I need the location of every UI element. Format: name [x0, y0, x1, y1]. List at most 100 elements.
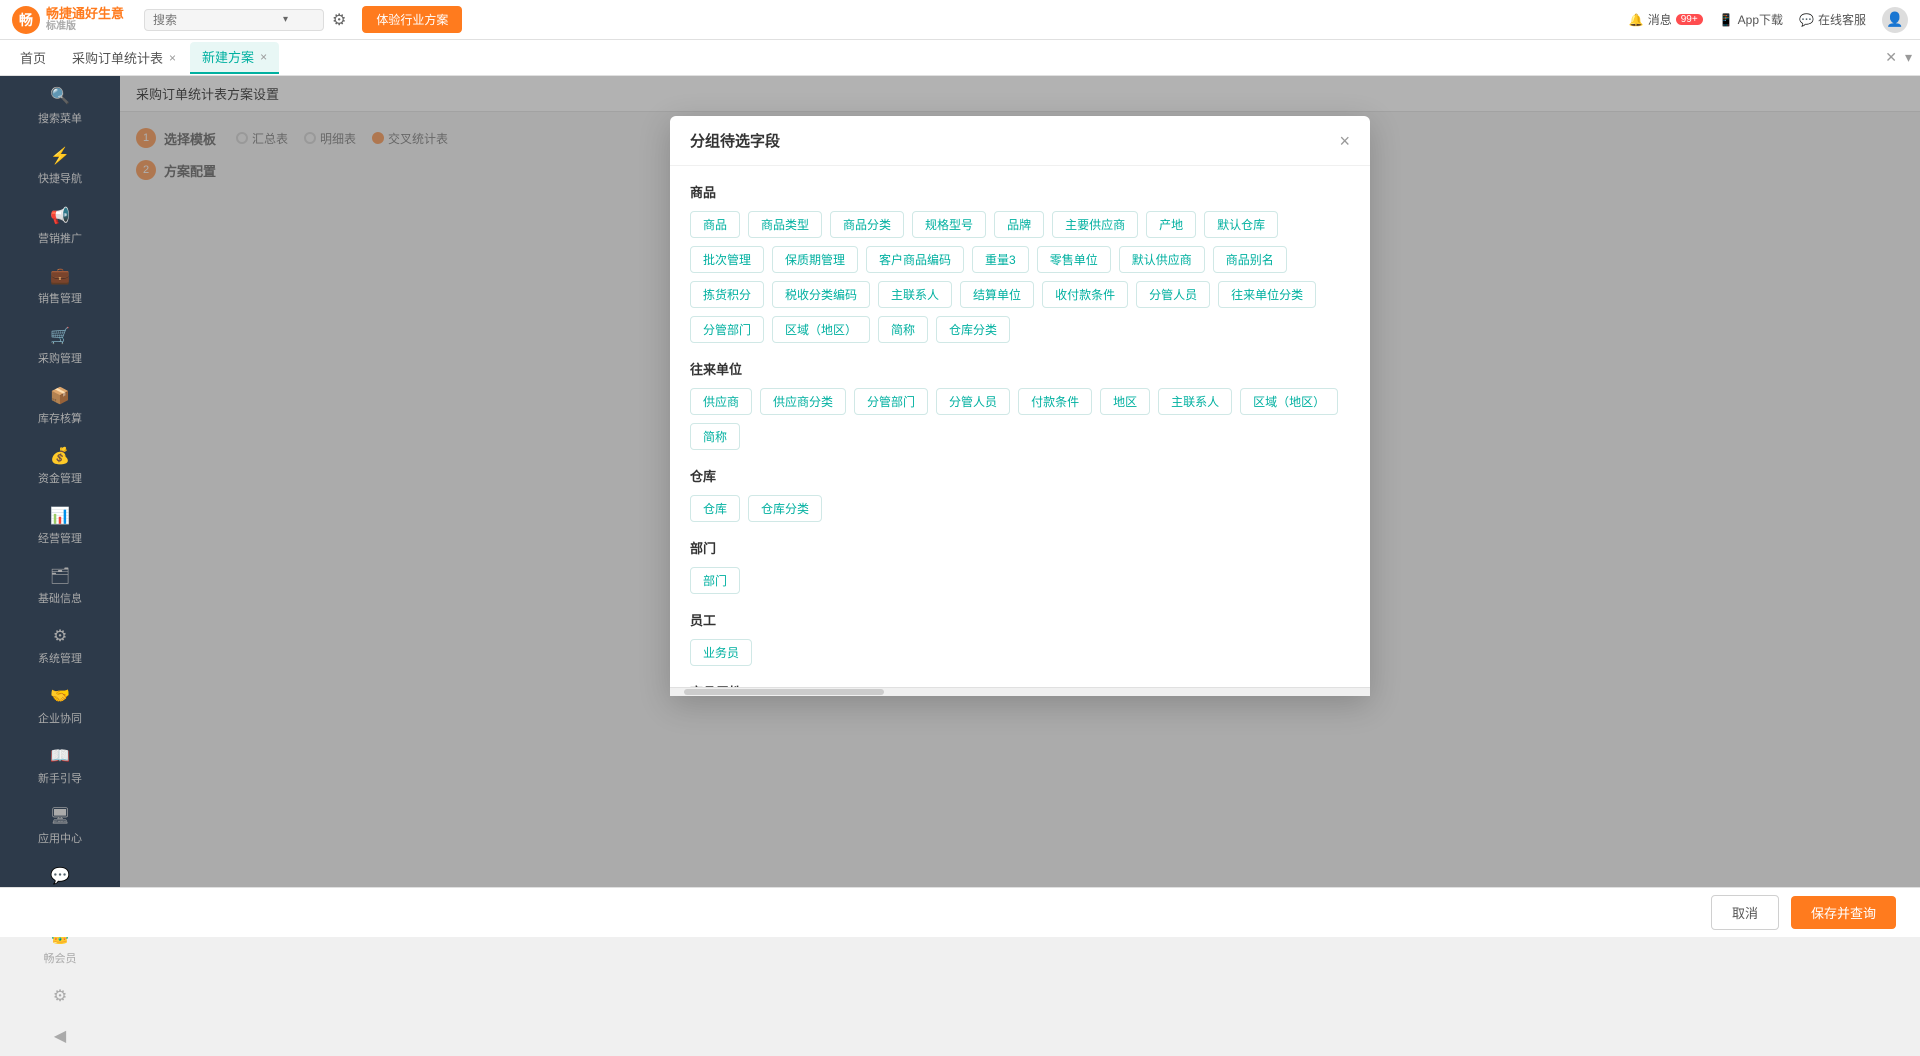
- sidebar-icon-9: ⚙: [53, 626, 67, 646]
- sidebar-item-1[interactable]: ⚡快捷导航: [0, 136, 120, 196]
- field-tag-1-7[interactable]: 区域（地区）: [1240, 388, 1338, 415]
- sidebar-item-8[interactable]: 🗂基础信息: [0, 556, 120, 616]
- sidebar-item-2[interactable]: 📢营销推广: [0, 196, 120, 256]
- sidebar-item-4[interactable]: 🛒采购管理: [0, 316, 120, 376]
- field-list-0: 商品商品类型商品分类规格型号品牌主要供应商产地默认仓库批次管理保质期管理客户商品…: [690, 211, 1350, 343]
- field-tag-0-4[interactable]: 品牌: [994, 211, 1044, 238]
- sidebar-icon-6: 💰: [50, 446, 70, 466]
- content-area: 采购订单统计表方案设置 1 选择模板 汇总表 明细表: [120, 76, 1920, 937]
- field-group-title-3: 部门: [690, 538, 1350, 557]
- field-tag-1-3[interactable]: 分管人员: [936, 388, 1010, 415]
- sidebar-label-2: 营销推广: [38, 230, 82, 246]
- field-tag-3-0[interactable]: 部门: [690, 567, 740, 594]
- field-tag-0-19[interactable]: 收付款条件: [1042, 281, 1128, 308]
- sidebar-label-6: 资金管理: [38, 470, 82, 486]
- field-group-0: 商品商品商品类型商品分类规格型号品牌主要供应商产地默认仓库批次管理保质期管理客户…: [690, 182, 1350, 343]
- field-tag-0-17[interactable]: 主联系人: [878, 281, 952, 308]
- sidebar-item-7[interactable]: 📊经营管理: [0, 496, 120, 556]
- sidebar-item-10[interactable]: 🤝企业协同: [0, 676, 120, 736]
- field-tag-0-14[interactable]: 商品别名: [1213, 246, 1287, 273]
- search-dropdown-icon[interactable]: ▾: [283, 14, 288, 25]
- sidebar-label-0: 搜索菜单: [38, 110, 82, 126]
- sidebar-item-9[interactable]: ⚙ 系统管理: [0, 616, 120, 676]
- field-tag-1-5[interactable]: 地区: [1100, 388, 1150, 415]
- tab-new-plan-label: 新建方案: [202, 47, 254, 66]
- field-tag-1-4[interactable]: 付款条件: [1018, 388, 1092, 415]
- sidebar-item-0[interactable]: 🔍搜索菜单: [0, 76, 120, 136]
- field-tag-0-5[interactable]: 主要供应商: [1052, 211, 1138, 238]
- field-tag-0-15[interactable]: 拣货积分: [690, 281, 764, 308]
- field-tag-0-23[interactable]: 区域（地区）: [772, 316, 870, 343]
- field-tag-0-12[interactable]: 零售单位: [1037, 246, 1111, 273]
- scrollbar-thumb[interactable]: [684, 689, 884, 695]
- sidebar-item-settings[interactable]: ⚙: [0, 976, 120, 1016]
- top-right-area: 🔔 消息 99+ 📱 App下载 💬 在线客服 👤: [1629, 7, 1908, 33]
- tab-new-plan[interactable]: 新建方案 ×: [190, 42, 279, 74]
- field-tag-0-10[interactable]: 客户商品编码: [866, 246, 964, 273]
- sidebar-item-6[interactable]: 💰 资金管理: [0, 436, 120, 496]
- tab-new-plan-close[interactable]: ×: [260, 50, 267, 64]
- field-tag-1-0[interactable]: 供应商: [690, 388, 752, 415]
- field-tag-0-13[interactable]: 默认供应商: [1119, 246, 1205, 273]
- tab-action-more[interactable]: ▾: [1905, 49, 1912, 66]
- tab-actions: ✕ ▾: [1885, 49, 1912, 66]
- avatar[interactable]: 👤: [1882, 7, 1908, 33]
- field-tag-2-1[interactable]: 仓库分类: [748, 495, 822, 522]
- sidebar-label-3: 销售管理: [38, 290, 82, 306]
- experience-button[interactable]: 体验行业方案: [362, 6, 462, 33]
- sidebar-item-11[interactable]: 📖新手引导: [0, 736, 120, 796]
- field-list-1: 供应商供应商分类分管部门分管人员付款条件地区主联系人区域（地区） 简称: [690, 388, 1350, 450]
- field-tag-0-6[interactable]: 产地: [1146, 211, 1196, 238]
- main-layout: 🔍搜索菜单⚡快捷导航📢营销推广💼销售管理🛒采购管理📦库存核算 💰 资金管理 📊经营管理…: [0, 76, 1920, 937]
- field-tag-1-6[interactable]: 主联系人: [1158, 388, 1232, 415]
- field-tag-0-9[interactable]: 保质期管理: [772, 246, 858, 273]
- tab-home[interactable]: 首页: [8, 42, 58, 74]
- horizontal-scrollbar[interactable]: [670, 687, 1370, 696]
- tab-home-label: 首页: [20, 48, 46, 67]
- online-service-item[interactable]: 💬 在线客服: [1799, 11, 1866, 28]
- field-tag-1-8[interactable]: 简称: [690, 423, 740, 450]
- search-box[interactable]: ▾: [144, 9, 324, 31]
- settings-icon[interactable]: ⚙: [332, 10, 346, 30]
- field-group-title-0: 商品: [690, 182, 1350, 201]
- sidebar-icon-13: 💬: [50, 866, 70, 886]
- field-tag-0-7[interactable]: 默认仓库: [1204, 211, 1278, 238]
- field-tag-0-24[interactable]: 简称: [878, 316, 928, 343]
- field-tag-0-2[interactable]: 商品分类: [830, 211, 904, 238]
- app-download-item[interactable]: 📱 App下载: [1719, 11, 1783, 28]
- tab-purchase-stat-label: 采购订单统计表: [72, 48, 163, 67]
- sidebar-item-3[interactable]: 💼销售管理: [0, 256, 120, 316]
- field-group-title-1: 往来单位: [690, 359, 1350, 378]
- sidebar-item-5[interactable]: 📦库存核算: [0, 376, 120, 436]
- tab-purchase-stat[interactable]: 采购订单统计表 ×: [60, 42, 188, 74]
- field-tag-0-3[interactable]: 规格型号: [912, 211, 986, 238]
- modal: 分组待选字段 × 商品商品商品类型商品分类规格型号品牌主要供应商产地默认仓库批次…: [670, 116, 1370, 696]
- field-tag-0-0[interactable]: 商品: [690, 211, 740, 238]
- field-tag-4-0[interactable]: 业务员: [690, 639, 752, 666]
- sidebar-item-collapse[interactable]: ◀: [0, 1016, 120, 1056]
- sidebar-item-12[interactable]: 🖥应用中心: [0, 796, 120, 856]
- modal-close-button[interactable]: ×: [1339, 132, 1350, 150]
- tab-purchase-stat-close[interactable]: ×: [169, 51, 176, 65]
- field-tag-0-21[interactable]: 往来单位分类: [1218, 281, 1316, 308]
- field-tag-0-11[interactable]: 重量3: [972, 246, 1029, 273]
- field-tag-1-1[interactable]: 供应商分类: [760, 388, 846, 415]
- sidebar-label-12: 应用中心: [38, 830, 82, 846]
- save-query-button[interactable]: 保存并查询: [1791, 896, 1896, 929]
- field-tag-0-25[interactable]: 仓库分类: [936, 316, 1010, 343]
- field-tag-0-20[interactable]: 分管人员: [1136, 281, 1210, 308]
- field-tag-0-22[interactable]: 分管部门: [690, 316, 764, 343]
- field-tag-0-1[interactable]: 商品类型: [748, 211, 822, 238]
- notification-item[interactable]: 🔔 消息 99+: [1629, 11, 1703, 28]
- sidebar-label-8: 基础信息: [38, 590, 82, 606]
- search-input[interactable]: [153, 13, 283, 27]
- top-bar: 畅 畅捷通好生意 标准版 ▾ ⚙ 体验行业方案 🔔 消息 99+ 📱 App下载…: [0, 0, 1920, 40]
- sidebar-label-9: 系统管理: [38, 650, 82, 666]
- field-tag-0-18[interactable]: 结算单位: [960, 281, 1034, 308]
- field-tag-2-0[interactable]: 仓库: [690, 495, 740, 522]
- field-tag-0-16[interactable]: 税收分类编码: [772, 281, 870, 308]
- cancel-button[interactable]: 取消: [1711, 895, 1779, 930]
- tab-action-close[interactable]: ✕: [1885, 49, 1897, 66]
- field-tag-0-8[interactable]: 批次管理: [690, 246, 764, 273]
- field-tag-1-2[interactable]: 分管部门: [854, 388, 928, 415]
